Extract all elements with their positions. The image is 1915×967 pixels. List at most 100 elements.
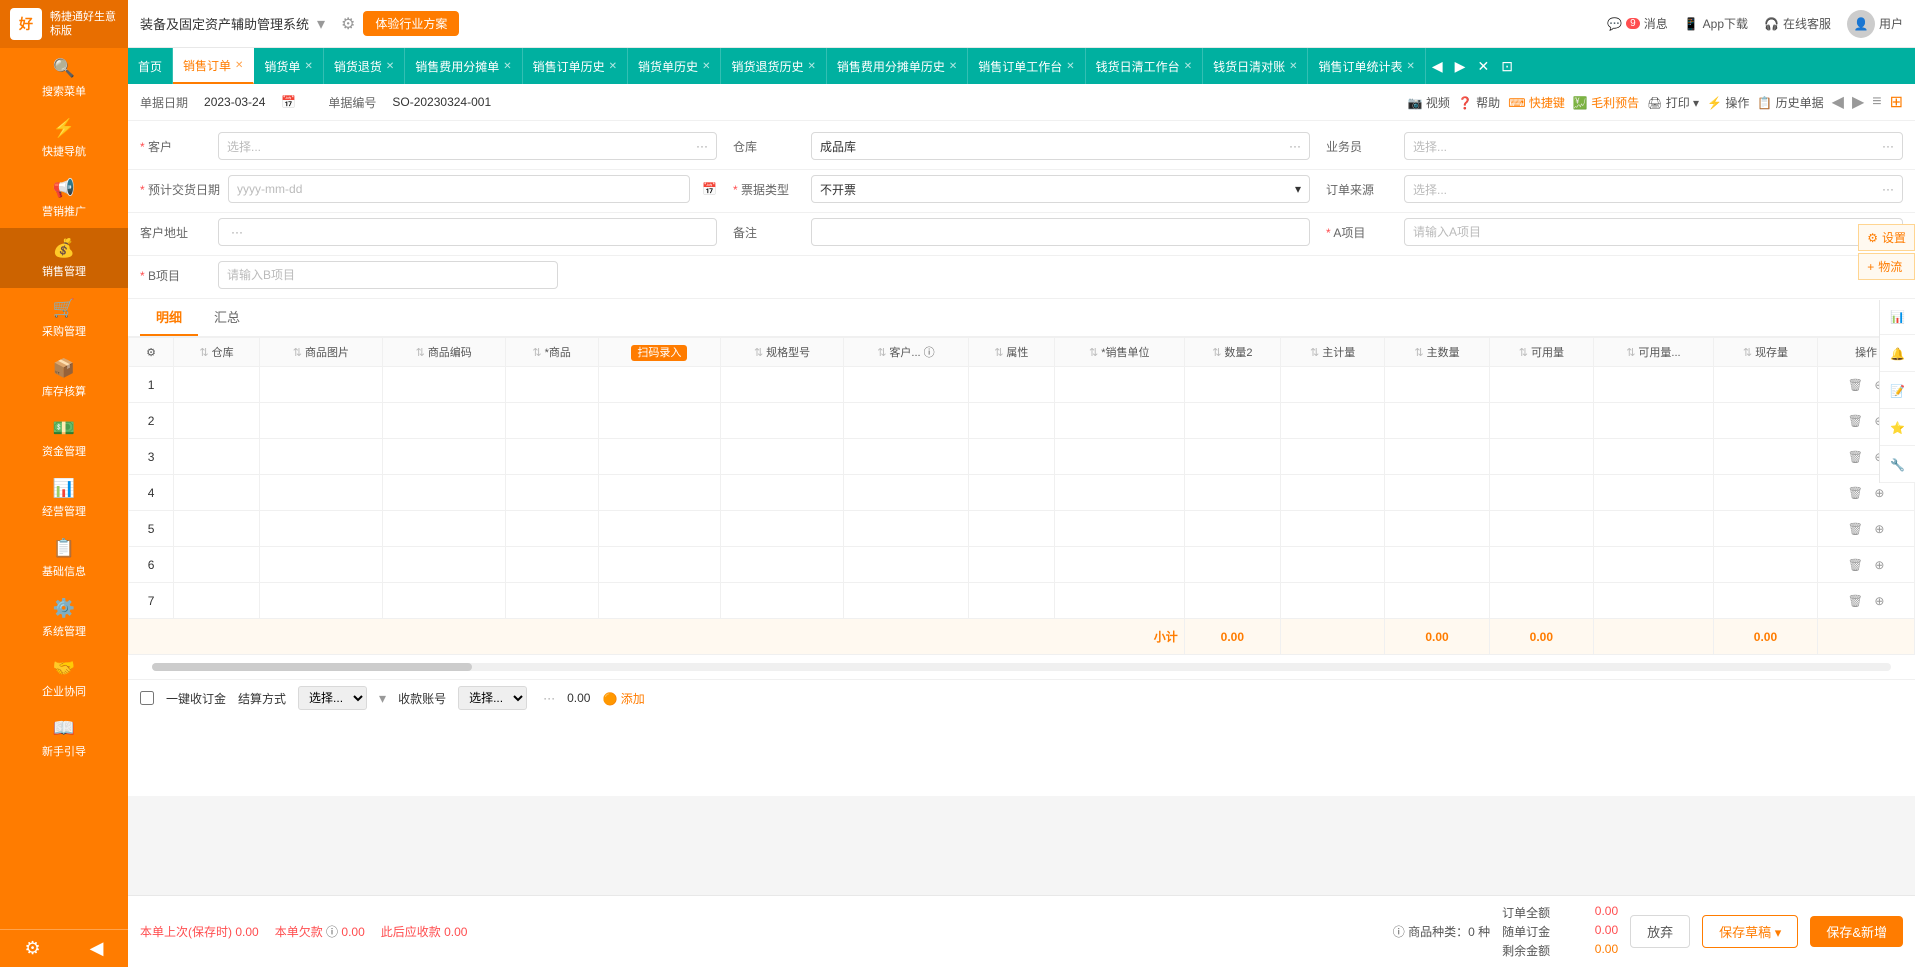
cell-3-9[interactable]	[1184, 439, 1280, 475]
cell-3-14[interactable]	[1713, 439, 1817, 475]
cell-4-5[interactable]	[721, 475, 844, 511]
cell-1-7[interactable]	[968, 367, 1054, 403]
tab-close-6[interactable]: ✕	[702, 61, 710, 72]
cell-1-4[interactable]	[598, 367, 720, 403]
cell-1-11[interactable]	[1385, 367, 1489, 403]
sidebar-item-1[interactable]: ⚡快捷导航	[0, 108, 128, 168]
calendar-icon[interactable]: 📅	[281, 95, 296, 109]
form-tab-1[interactable]: 汇总	[198, 299, 256, 336]
payment-method-select[interactable]: 选择...	[298, 686, 367, 710]
cell-4-1[interactable]	[259, 475, 382, 511]
cell-4-11[interactable]	[1385, 475, 1489, 511]
cell-7-14[interactable]	[1713, 583, 1817, 619]
profit-btn[interactable]: 💹 毛利预告	[1573, 94, 1639, 111]
sidebar-item-10[interactable]: 🤝企业协同	[0, 648, 128, 708]
industry-plan-button[interactable]: 体验行业方案	[363, 11, 459, 36]
cell-7-11[interactable]	[1385, 583, 1489, 619]
customer-dots[interactable]: ···	[696, 139, 708, 153]
a-project-input[interactable]	[1404, 218, 1903, 246]
sidebar-item-6[interactable]: 💵资金管理	[0, 408, 128, 468]
settings-icon[interactable]: ⚙	[25, 938, 41, 959]
logistics-side-btn[interactable]: + 物流	[1858, 253, 1915, 280]
user-item[interactable]: 👤 用户	[1847, 10, 1903, 38]
account-dots[interactable]: ···	[543, 691, 555, 705]
tab-7[interactable]: 销货退货历史✕	[721, 48, 826, 84]
list-view-icon[interactable]: ≡	[1872, 93, 1881, 111]
tab-8[interactable]: 销售费用分摊单历史✕	[827, 48, 968, 84]
cell-3-2[interactable]	[382, 439, 505, 475]
cell-4-9[interactable]	[1184, 475, 1280, 511]
nav-prev-icon[interactable]: ◀	[1832, 92, 1844, 112]
cell-5-10[interactable]	[1280, 511, 1384, 547]
cell-7-12[interactable]	[1489, 583, 1593, 619]
cell-3-7[interactable]	[968, 439, 1054, 475]
delete-icon-1[interactable]: 🗑	[1848, 378, 1863, 392]
horizontal-scrollbar[interactable]	[152, 663, 1891, 671]
tab-close-9[interactable]: ✕	[1066, 61, 1074, 72]
tab-12[interactable]: 销售订单统计表✕	[1308, 48, 1425, 84]
cell-1-0[interactable]	[174, 367, 260, 403]
cell-6-14[interactable]	[1713, 547, 1817, 583]
cell-7-8[interactable]	[1054, 583, 1184, 619]
cell-3-1[interactable]	[259, 439, 382, 475]
video-btn[interactable]: 📷 视频	[1408, 94, 1450, 111]
copy-icon-7[interactable]: ⊕	[1874, 594, 1884, 608]
cell-7-4[interactable]	[598, 583, 720, 619]
tab-1[interactable]: 销售订单✕	[173, 48, 254, 84]
cell-4-10[interactable]	[1280, 475, 1384, 511]
tab-4[interactable]: 销售费用分摊单✕	[405, 48, 522, 84]
sidebar-item-8[interactable]: 📋基础信息	[0, 528, 128, 588]
cell-6-10[interactable]	[1280, 547, 1384, 583]
cell-1-3[interactable]	[505, 367, 598, 403]
app-download-item[interactable]: 📱 App下载	[1684, 15, 1748, 32]
delete-icon-2[interactable]: 🗑	[1848, 414, 1863, 428]
delete-icon-4[interactable]: 🗑	[1848, 486, 1863, 500]
tab-2[interactable]: 销货单✕	[254, 48, 323, 84]
sidebar-item-4[interactable]: 🛒采购管理	[0, 288, 128, 348]
cell-2-6[interactable]	[843, 403, 968, 439]
tab-close-5[interactable]: ✕	[609, 61, 617, 72]
cell-1-6[interactable]	[843, 367, 968, 403]
addr-select[interactable]: ···	[218, 218, 717, 246]
th-product-image[interactable]: ⇅商品图片	[259, 338, 382, 367]
th-scan[interactable]: 扫码录入	[598, 338, 720, 367]
cell-7-2[interactable]	[382, 583, 505, 619]
cell-7-9[interactable]	[1184, 583, 1280, 619]
tab-10[interactable]: 钱货日清工作台✕	[1086, 48, 1203, 84]
cell-4-12[interactable]	[1489, 475, 1593, 511]
tab-5[interactable]: 销售订单历史✕	[523, 48, 628, 84]
cell-2-9[interactable]	[1184, 403, 1280, 439]
invoice-select[interactable]: 不开票 ▾	[811, 175, 1310, 203]
calendar2-icon[interactable]: 📅	[702, 182, 717, 196]
cell-5-7[interactable]	[968, 511, 1054, 547]
cell-5-1[interactable]	[259, 511, 382, 547]
tab-close-7[interactable]: ✕	[807, 61, 815, 72]
cell-7-1[interactable]	[259, 583, 382, 619]
sidebar-item-9[interactable]: ⚙️系统管理	[0, 588, 128, 648]
cell-7-6[interactable]	[843, 583, 968, 619]
th-product[interactable]: ⇅*商品	[505, 338, 598, 367]
tab-close-2[interactable]: ✕	[304, 61, 312, 72]
cell-6-13[interactable]	[1594, 547, 1714, 583]
th-property[interactable]: ⇅属性	[968, 338, 1054, 367]
cell-3-8[interactable]	[1054, 439, 1184, 475]
settings-side-btn[interactable]: ⚙ 设置	[1858, 224, 1915, 251]
cell-1-10[interactable]	[1280, 367, 1384, 403]
th-customer-code[interactable]: ⇅客户... ⓘ	[843, 338, 968, 367]
cell-3-10[interactable]	[1280, 439, 1384, 475]
quick-payment-checkbox[interactable]	[140, 691, 154, 705]
cell-6-1[interactable]	[259, 547, 382, 583]
delete-icon-6[interactable]: 🗑	[1848, 558, 1863, 572]
cell-5-3[interactable]	[505, 511, 598, 547]
cell-3-3[interactable]	[505, 439, 598, 475]
cell-2-1[interactable]	[259, 403, 382, 439]
cell-4-13[interactable]	[1594, 475, 1714, 511]
cell-6-6[interactable]	[843, 547, 968, 583]
tab-close-8[interactable]: ✕	[949, 61, 957, 72]
cell-2-3[interactable]	[505, 403, 598, 439]
cell-7-7[interactable]	[968, 583, 1054, 619]
cell-1-2[interactable]	[382, 367, 505, 403]
print-btn[interactable]: 🖨 打印 ▾	[1647, 94, 1699, 111]
collapse-icon[interactable]: ◀	[90, 938, 104, 959]
cell-6-4[interactable]	[598, 547, 720, 583]
